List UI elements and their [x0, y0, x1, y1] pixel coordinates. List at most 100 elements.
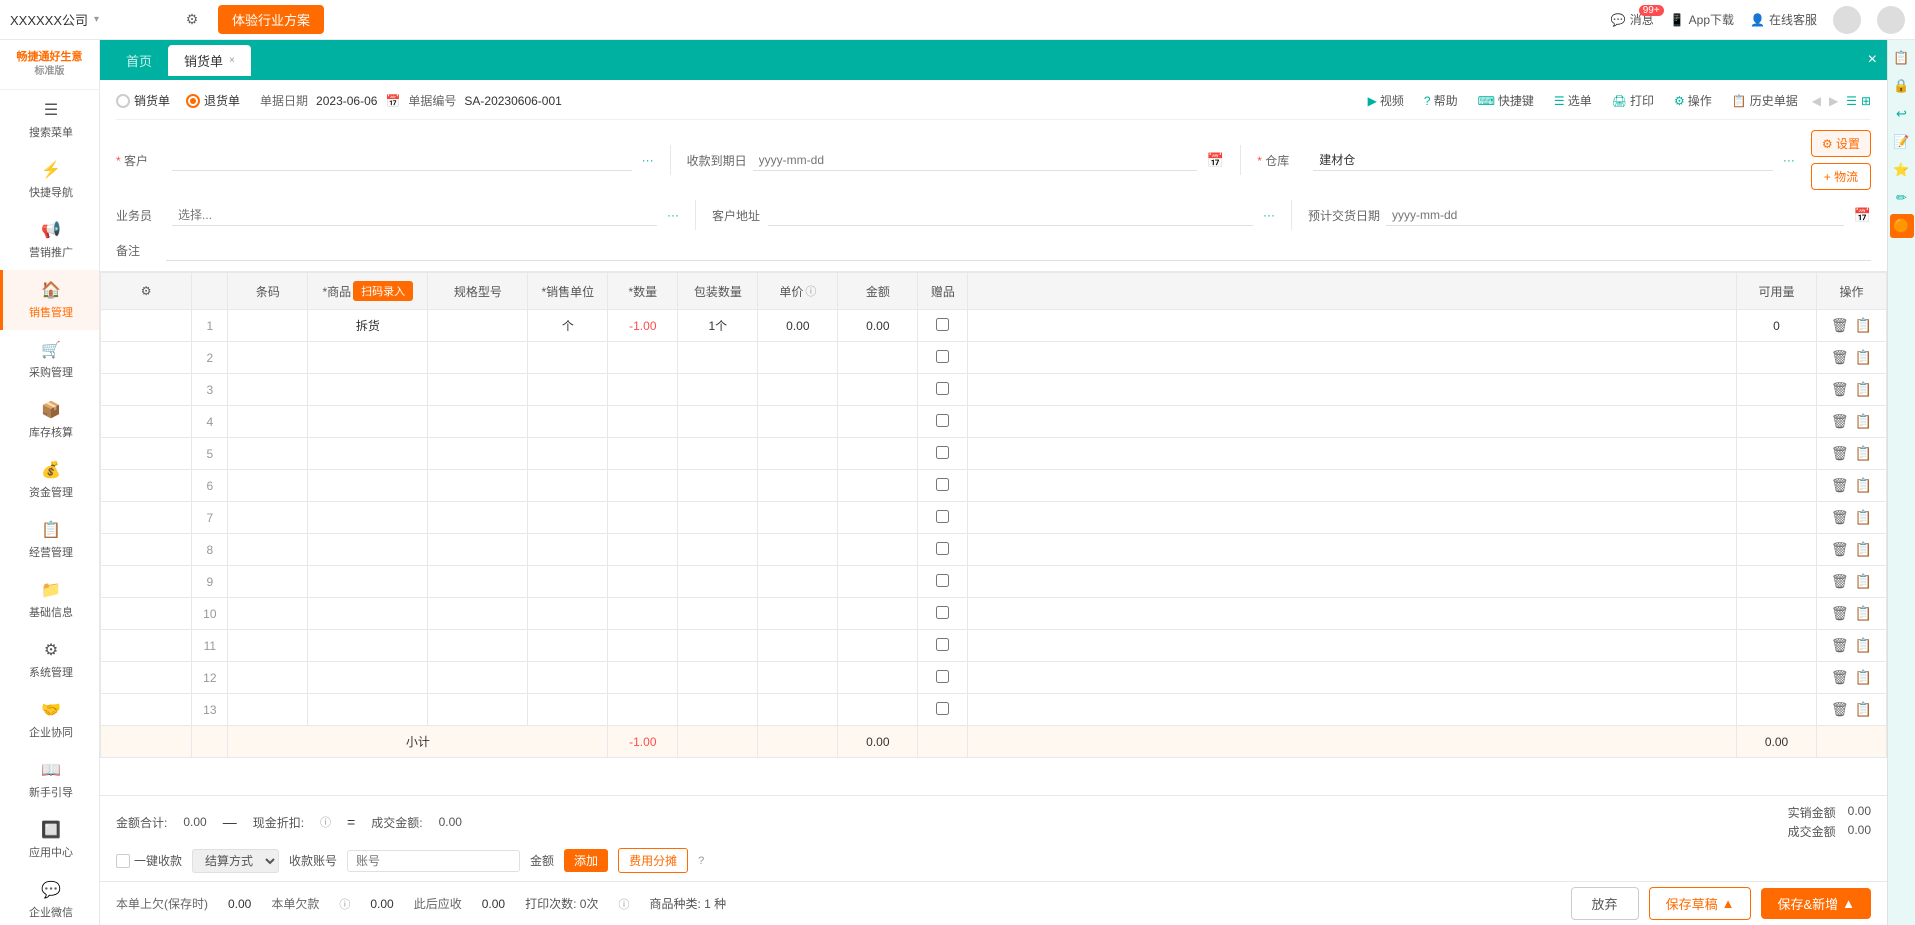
cell-product[interactable] — [308, 534, 428, 566]
cell-price[interactable] — [758, 342, 838, 374]
copy-icon[interactable]: 📋 — [1855, 413, 1872, 430]
trial-button[interactable]: 体验行业方案 — [218, 5, 324, 34]
gift-checkbox[interactable] — [936, 318, 949, 331]
cell-price[interactable] — [758, 374, 838, 406]
gift-checkbox[interactable] — [936, 638, 949, 651]
delete-icon[interactable]: 🗑 — [1831, 349, 1849, 366]
view-grid-icon[interactable]: ⊞ — [1861, 94, 1871, 108]
radio-sales-order[interactable]: 销货单 — [116, 92, 170, 109]
cell-amount[interactable] — [838, 438, 918, 470]
delete-icon[interactable]: 🗑 — [1831, 477, 1849, 494]
radio-return-order[interactable]: 退货单 — [186, 92, 240, 109]
sidebar-item-marketing[interactable]: 📢 营销推广 — [0, 210, 99, 270]
cell-price[interactable] — [758, 502, 838, 534]
cell-spec[interactable] — [428, 502, 528, 534]
cell-gift[interactable] — [918, 694, 968, 726]
delete-icon[interactable]: 🗑 — [1831, 637, 1849, 654]
cell-product[interactable] — [308, 598, 428, 630]
gift-checkbox[interactable] — [936, 510, 949, 523]
cell-spec[interactable] — [428, 438, 528, 470]
help-btn[interactable]: ?帮助 — [1418, 90, 1464, 111]
notes-input[interactable] — [166, 240, 1871, 261]
expected-date-input[interactable] — [1386, 205, 1844, 226]
sidebar-item-search-order[interactable]: ☰ 搜索菜单 — [0, 90, 99, 150]
cell-pkgqty[interactable] — [678, 374, 758, 406]
gift-checkbox[interactable] — [936, 446, 949, 459]
sidebar-item-inventory[interactable]: 📦 库存核算 — [0, 390, 99, 450]
gift-checkbox[interactable] — [936, 542, 949, 555]
cell-gift[interactable] — [918, 566, 968, 598]
delete-icon[interactable]: 🗑 — [1831, 381, 1849, 398]
cell-qty[interactable] — [608, 470, 678, 502]
app-download-item[interactable]: 📱 App下载 — [1670, 11, 1734, 28]
cell-qty[interactable] — [608, 374, 678, 406]
cell-pkgqty[interactable] — [678, 470, 758, 502]
cell-price[interactable] — [758, 534, 838, 566]
online-service-item[interactable]: 👤 在线客服 — [1750, 11, 1817, 28]
history-btn[interactable]: 📋历史单据 — [1726, 90, 1804, 111]
cell-pkgqty[interactable] — [678, 502, 758, 534]
gift-checkbox[interactable] — [936, 414, 949, 427]
copy-icon[interactable]: 📋 — [1855, 349, 1872, 366]
cell-product[interactable] — [308, 406, 428, 438]
cell-unit[interactable] — [528, 534, 608, 566]
copy-icon[interactable]: 📋 — [1855, 477, 1872, 494]
cell-barcode[interactable] — [228, 470, 308, 502]
cell-pkgqty[interactable] — [678, 630, 758, 662]
rp-lock-icon[interactable]: 🔒 — [1890, 74, 1914, 98]
delete-icon[interactable]: 🗑 — [1831, 605, 1849, 622]
cell-unit[interactable] — [528, 566, 608, 598]
cell-product[interactable] — [308, 438, 428, 470]
calendar-icon[interactable]: 📅 — [385, 94, 400, 108]
gift-checkbox[interactable] — [936, 670, 949, 683]
video-btn[interactable]: ▶视频 — [1362, 90, 1410, 111]
cell-spec[interactable] — [428, 662, 528, 694]
customer-address-input[interactable] — [768, 205, 1253, 226]
cell-pkgqty[interactable] — [678, 438, 758, 470]
salesperson-dots[interactable]: ··· — [667, 208, 679, 222]
copy-icon[interactable]: 📋 — [1855, 381, 1872, 398]
cell-amount[interactable] — [838, 598, 918, 630]
cell-product[interactable] — [308, 374, 428, 406]
one-click-pay-checkbox[interactable]: 一键收款 — [116, 852, 182, 869]
cell-qty[interactable] — [608, 598, 678, 630]
cell-gift[interactable] — [918, 630, 968, 662]
cell-amount[interactable] — [838, 502, 918, 534]
rp-star-icon[interactable]: ⭐ — [1890, 158, 1914, 182]
cell-product[interactable] — [308, 630, 428, 662]
cell-pkgqty[interactable] — [678, 342, 758, 374]
sidebar-item-corp[interactable]: 🤝 企业协同 — [0, 690, 99, 750]
tab-home[interactable]: 首页 — [110, 45, 168, 76]
cell-unit[interactable]: 个 — [528, 310, 608, 342]
cell-unit[interactable] — [528, 374, 608, 406]
cell-amount[interactable] — [838, 342, 918, 374]
cell-unit[interactable] — [528, 342, 608, 374]
payment-method-select[interactable]: 结算方式 — [192, 849, 279, 873]
copy-icon[interactable]: 📋 — [1855, 637, 1872, 654]
delete-icon[interactable]: 🗑 — [1831, 701, 1849, 718]
cell-amount[interactable] — [838, 406, 918, 438]
cell-unit[interactable] — [528, 598, 608, 630]
window-close-icon[interactable]: × — [1868, 51, 1877, 69]
cell-qty[interactable] — [608, 534, 678, 566]
cell-price[interactable] — [758, 470, 838, 502]
cell-product[interactable] — [308, 694, 428, 726]
cell-amount[interactable] — [838, 694, 918, 726]
cell-price[interactable] — [758, 630, 838, 662]
cell-gift[interactable] — [918, 502, 968, 534]
cell-qty[interactable] — [608, 502, 678, 534]
cell-pkgqty[interactable] — [678, 694, 758, 726]
delete-icon[interactable]: 🗑 — [1831, 541, 1849, 558]
cell-qty[interactable] — [608, 566, 678, 598]
cell-gift[interactable] — [918, 342, 968, 374]
cell-barcode[interactable] — [228, 598, 308, 630]
cell-gift[interactable] — [918, 598, 968, 630]
copy-icon[interactable]: 📋 — [1855, 541, 1872, 558]
warehouse-input[interactable] — [1313, 150, 1773, 171]
gift-checkbox[interactable] — [936, 702, 949, 715]
copy-icon[interactable]: 📋 — [1855, 605, 1872, 622]
cell-amount[interactable] — [838, 374, 918, 406]
cell-barcode[interactable] — [228, 534, 308, 566]
message-icon-item[interactable]: 💬 消息 99+ — [1611, 11, 1654, 28]
cell-product[interactable] — [308, 662, 428, 694]
